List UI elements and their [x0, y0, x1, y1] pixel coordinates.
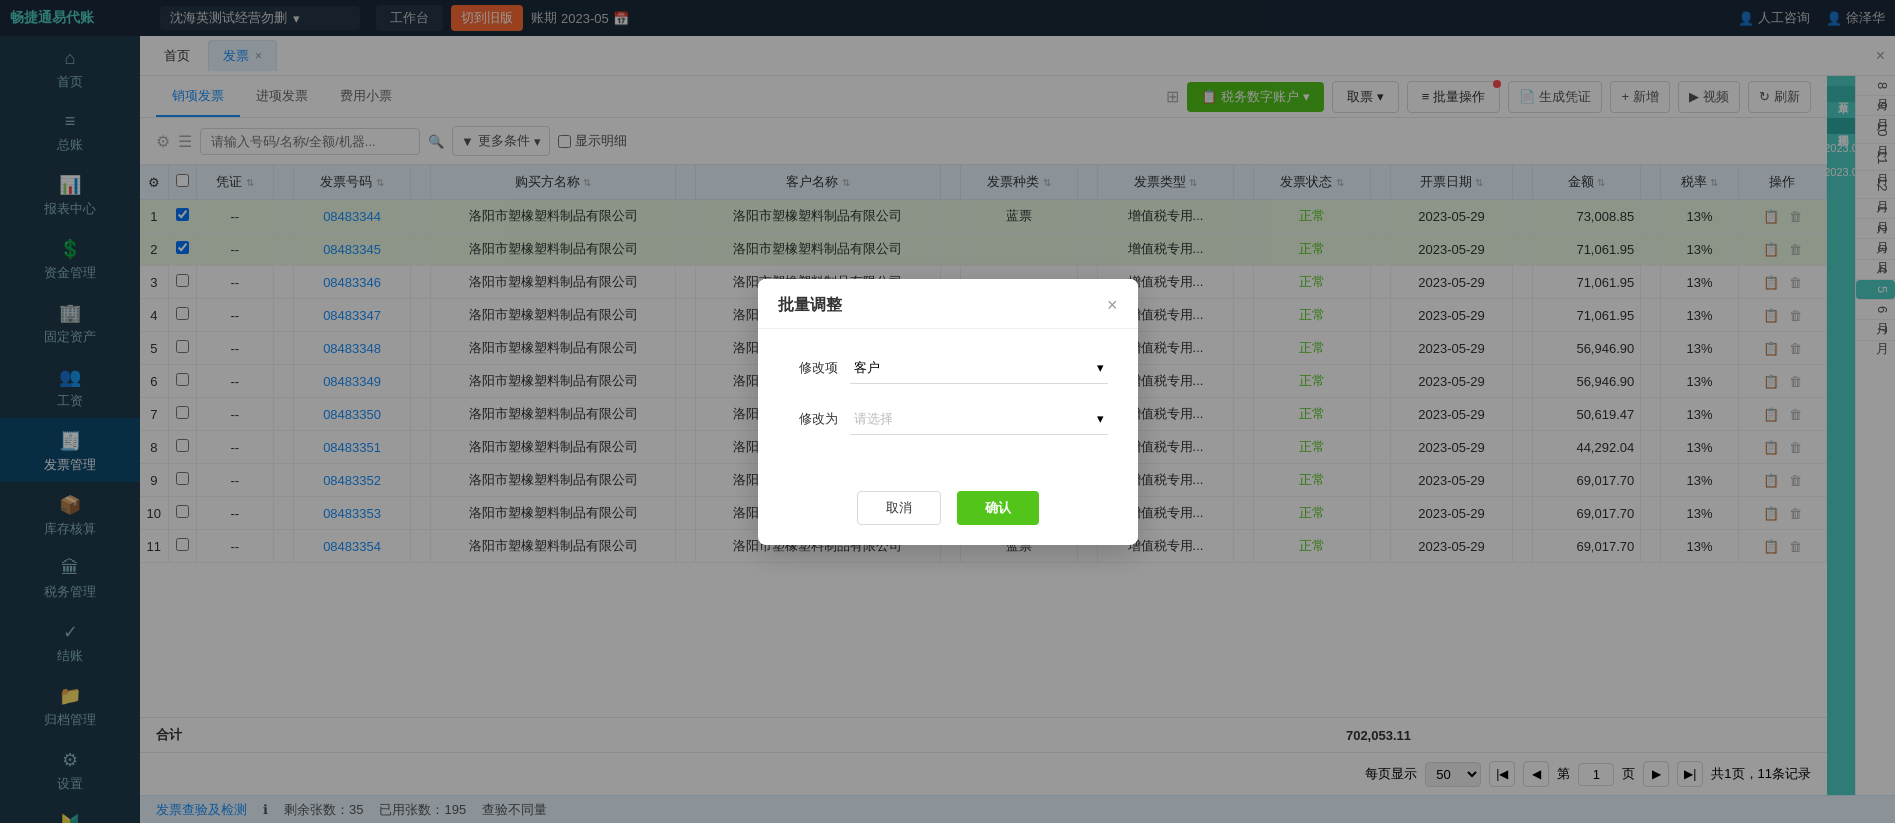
modal-footer: 取消 确认 [758, 479, 1138, 545]
form-row-change: 修改为 请选择 ▾ [788, 404, 1108, 435]
modal-confirm-button[interactable]: 确认 [957, 491, 1039, 525]
change-label: 修改为 [788, 410, 838, 428]
change-placeholder: 请选择 [854, 410, 893, 428]
modal-cancel-button[interactable]: 取消 [857, 491, 941, 525]
chevron-down-icon: ▾ [1097, 411, 1104, 426]
change-selector[interactable]: 请选择 ▾ [850, 404, 1108, 435]
modal-title: 批量调整 [778, 295, 842, 316]
batch-adjust-modal: 批量调整 × 修改项 客户 ▾ 修改为 请选择 ▾ 取消 确认 [758, 279, 1138, 545]
field-selector[interactable]: 客户 ▾ [850, 353, 1108, 384]
field-value: 客户 [854, 359, 880, 377]
field-label: 修改项 [788, 359, 838, 377]
chevron-down-icon: ▾ [1097, 360, 1104, 375]
form-row-field: 修改项 客户 ▾ [788, 353, 1108, 384]
modal-overlay: 批量调整 × 修改项 客户 ▾ 修改为 请选择 ▾ 取消 确认 [0, 0, 1895, 823]
modal-body: 修改项 客户 ▾ 修改为 请选择 ▾ [758, 329, 1138, 479]
modal-header: 批量调整 × [758, 279, 1138, 329]
modal-close-button[interactable]: × [1107, 295, 1118, 316]
